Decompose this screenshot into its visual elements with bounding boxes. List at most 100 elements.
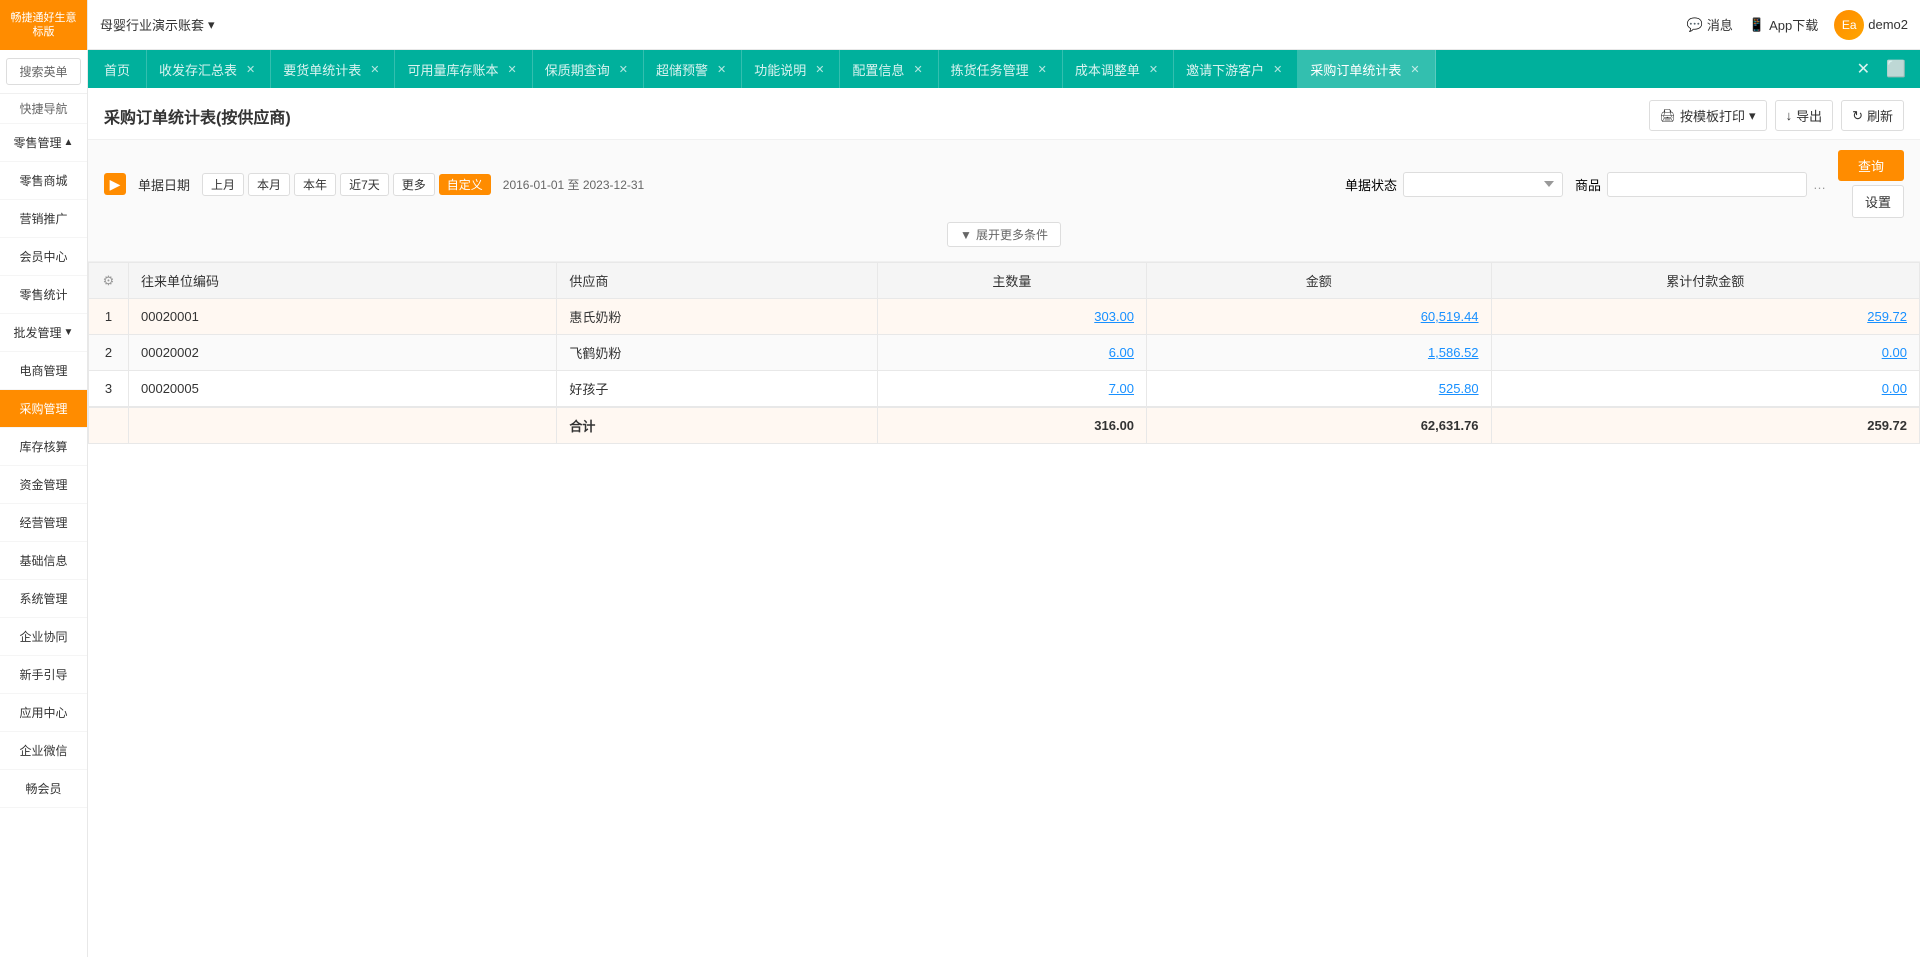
export-label: 导出 <box>1796 106 1822 125</box>
sidebar-item-inventory[interactable]: 库存核算 <box>0 428 87 466</box>
goods-more-icon[interactable]: … <box>1813 177 1826 192</box>
close-icon[interactable]: ✕ <box>367 62 382 77</box>
message-button[interactable]: 💬 消息 <box>1687 15 1733 34</box>
goods-label: 商品 <box>1575 175 1601 194</box>
tab-stock-summary[interactable]: 收发存汇总表 ✕ <box>147 50 271 88</box>
status-select[interactable] <box>1403 172 1563 197</box>
tab-available-inventory[interactable]: 可用量库存账本 ✕ <box>395 50 532 88</box>
close-icon[interactable]: ✕ <box>910 62 925 77</box>
sidebar-item-label: 系统管理 <box>19 590 67 607</box>
close-icon[interactable]: ✕ <box>714 62 729 77</box>
sidebar-item-operations[interactable]: 经营管理 <box>0 504 87 542</box>
sidebar-item-retail-management[interactable]: 零售管理 ▲ <box>0 124 87 162</box>
status-label: 单据状态 <box>1345 175 1397 194</box>
tab-function-desc[interactable]: 功能说明 ✕ <box>742 50 840 88</box>
row-supplier: 惠氏奶粉 <box>557 299 877 335</box>
date-option-7days[interactable]: 近7天 <box>340 173 389 196</box>
paid-link[interactable]: 0.00 <box>1882 381 1907 396</box>
sidebar-search-area: 搜索英单 <box>0 50 87 94</box>
quantity-link[interactable]: 303.00 <box>1094 309 1134 324</box>
export-button[interactable]: ↓ 导出 <box>1775 100 1834 131</box>
close-icon[interactable]: ✕ <box>1270 62 1285 77</box>
quantity-link[interactable]: 7.00 <box>1109 381 1134 396</box>
tab-goods-order-stats[interactable]: 要货单统计表 ✕ <box>271 50 395 88</box>
app-logo: 畅捷通好生意 标版 <box>0 0 87 50</box>
quantity-link[interactable]: 6.00 <box>1109 345 1134 360</box>
close-icon[interactable]: ✕ <box>1407 62 1422 77</box>
date-option-this-year[interactable]: 本年 <box>294 173 336 196</box>
sidebar-item-retail-mall[interactable]: 零售商城 <box>0 162 87 200</box>
tab-purchase-order-stats[interactable]: 采购订单统计表 ✕ <box>1298 50 1435 88</box>
tab-close-button[interactable]: ✕ <box>1853 57 1874 81</box>
refresh-label: 刷新 <box>1867 106 1893 125</box>
print-label: 按模板打印 <box>1680 106 1745 125</box>
sidebar-item-member-center[interactable]: 会员中心 <box>0 238 87 276</box>
sidebar-item-label: 采购管理 <box>19 400 67 417</box>
sidebar-item-label: 库存核算 <box>19 438 67 455</box>
date-option-last-month[interactable]: 上月 <box>202 173 244 196</box>
table-area: ⚙ 往来单位编码 供应商 主数量 金额 累计付款金额 1 00020001 惠氏… <box>88 262 1920 957</box>
sidebar-item-wholesale[interactable]: 批发管理 ▼ <box>0 314 87 352</box>
sidebar-item-enterprise[interactable]: 企业协同 <box>0 618 87 656</box>
sidebar-item-finance[interactable]: 资金管理 <box>0 466 87 504</box>
tab-overstock-warning[interactable]: 超储预警 ✕ <box>644 50 742 88</box>
query-button[interactable]: 查询 <box>1838 150 1904 181</box>
print-button[interactable]: 🖨 按模板打印 ▾ <box>1649 100 1767 131</box>
row-amount: 525.80 <box>1147 371 1492 408</box>
user-name: demo2 <box>1868 17 1908 32</box>
close-icon[interactable]: ✕ <box>616 62 631 77</box>
sidebar-item-purchase[interactable]: 采购管理 <box>0 390 87 428</box>
date-option-more[interactable]: 更多 <box>393 173 435 196</box>
sidebar-item-retail-stats[interactable]: 零售统计 <box>0 276 87 314</box>
sidebar-item-marketing[interactable]: 营销推广 <box>0 200 87 238</box>
close-icon[interactable]: ✕ <box>505 62 520 77</box>
column-settings-icon[interactable]: ⚙ <box>103 273 115 288</box>
tab-maximize-button[interactable]: ⬜ <box>1882 57 1910 81</box>
refresh-button[interactable]: ↻ 刷新 <box>1841 100 1904 131</box>
goods-input[interactable] <box>1607 172 1807 197</box>
sidebar-item-wechat[interactable]: 企业微信 <box>0 732 87 770</box>
amount-link[interactable]: 1,586.52 <box>1428 345 1479 360</box>
quick-nav-label[interactable]: 快捷导航 <box>0 94 87 124</box>
tab-cost-adjust[interactable]: 成本调整单 ✕ <box>1063 50 1174 88</box>
sidebar-item-ecommerce[interactable]: 电商管理 <box>0 352 87 390</box>
sidebar-item-basic-info[interactable]: 基础信息 <box>0 542 87 580</box>
filter-toggle-button[interactable]: ▶ <box>104 173 126 195</box>
amount-link[interactable]: 525.80 <box>1439 381 1479 396</box>
sidebar-item-system[interactable]: 系统管理 <box>0 580 87 618</box>
main-area: 母婴行业演示账套 ▾ 💬 消息 📱 App下载 Ea demo2 首页 <box>88 0 1920 957</box>
sidebar-item-newbie[interactable]: 新手引导 <box>0 656 87 694</box>
sidebar-item-member[interactable]: 畅会员 <box>0 770 87 808</box>
close-icon[interactable]: ✕ <box>1035 62 1050 77</box>
row-amount: 60,519.44 <box>1147 299 1492 335</box>
page-header: 采购订单统计表(按供应商) 🖨 按模板打印 ▾ ↓ 导出 ↻ 刷新 <box>88 88 1920 140</box>
date-options: 上月 本月 本年 近7天 更多 自定义 <box>202 173 491 196</box>
close-icon[interactable]: ✕ <box>1146 62 1161 77</box>
paid-link[interactable]: 259.72 <box>1867 309 1907 324</box>
tab-expiry-query[interactable]: 保质期查询 ✕ <box>533 50 644 88</box>
app-download-label: App下载 <box>1769 15 1818 34</box>
user-menu[interactable]: Ea demo2 <box>1834 10 1908 40</box>
expand-more-button[interactable]: ▼ 展开更多条件 <box>947 222 1061 247</box>
row-quantity: 6.00 <box>877 335 1146 371</box>
footer-amount: 62,631.76 <box>1147 407 1492 444</box>
workspace-selector[interactable]: 母婴行业演示账套 ▾ <box>100 15 215 34</box>
paid-link[interactable]: 0.00 <box>1882 345 1907 360</box>
tab-config-info[interactable]: 配置信息 ✕ <box>840 50 938 88</box>
tab-invite-customer[interactable]: 邀请下游客户 ✕ <box>1174 50 1298 88</box>
search-menu-button[interactable]: 搜索英单 <box>6 58 81 85</box>
sidebar-item-label: 电商管理 <box>19 362 67 379</box>
tab-label: 收发存汇总表 <box>159 60 237 79</box>
sidebar-item-app-center[interactable]: 应用中心 <box>0 694 87 732</box>
amount-link[interactable]: 60,519.44 <box>1421 309 1479 324</box>
tab-home[interactable]: 首页 <box>88 50 147 88</box>
settings-button[interactable]: 设置 <box>1852 185 1904 218</box>
footer-empty <box>89 407 129 444</box>
tab-pick-task[interactable]: 拣货任务管理 ✕ <box>939 50 1063 88</box>
tab-label: 可用量库存账本 <box>407 60 498 79</box>
date-option-this-month[interactable]: 本月 <box>248 173 290 196</box>
close-icon[interactable]: ✕ <box>243 62 258 77</box>
sidebar-item-label: 畅会员 <box>25 780 61 797</box>
app-download-button[interactable]: 📱 App下载 <box>1749 15 1818 34</box>
close-icon[interactable]: ✕ <box>812 62 827 77</box>
